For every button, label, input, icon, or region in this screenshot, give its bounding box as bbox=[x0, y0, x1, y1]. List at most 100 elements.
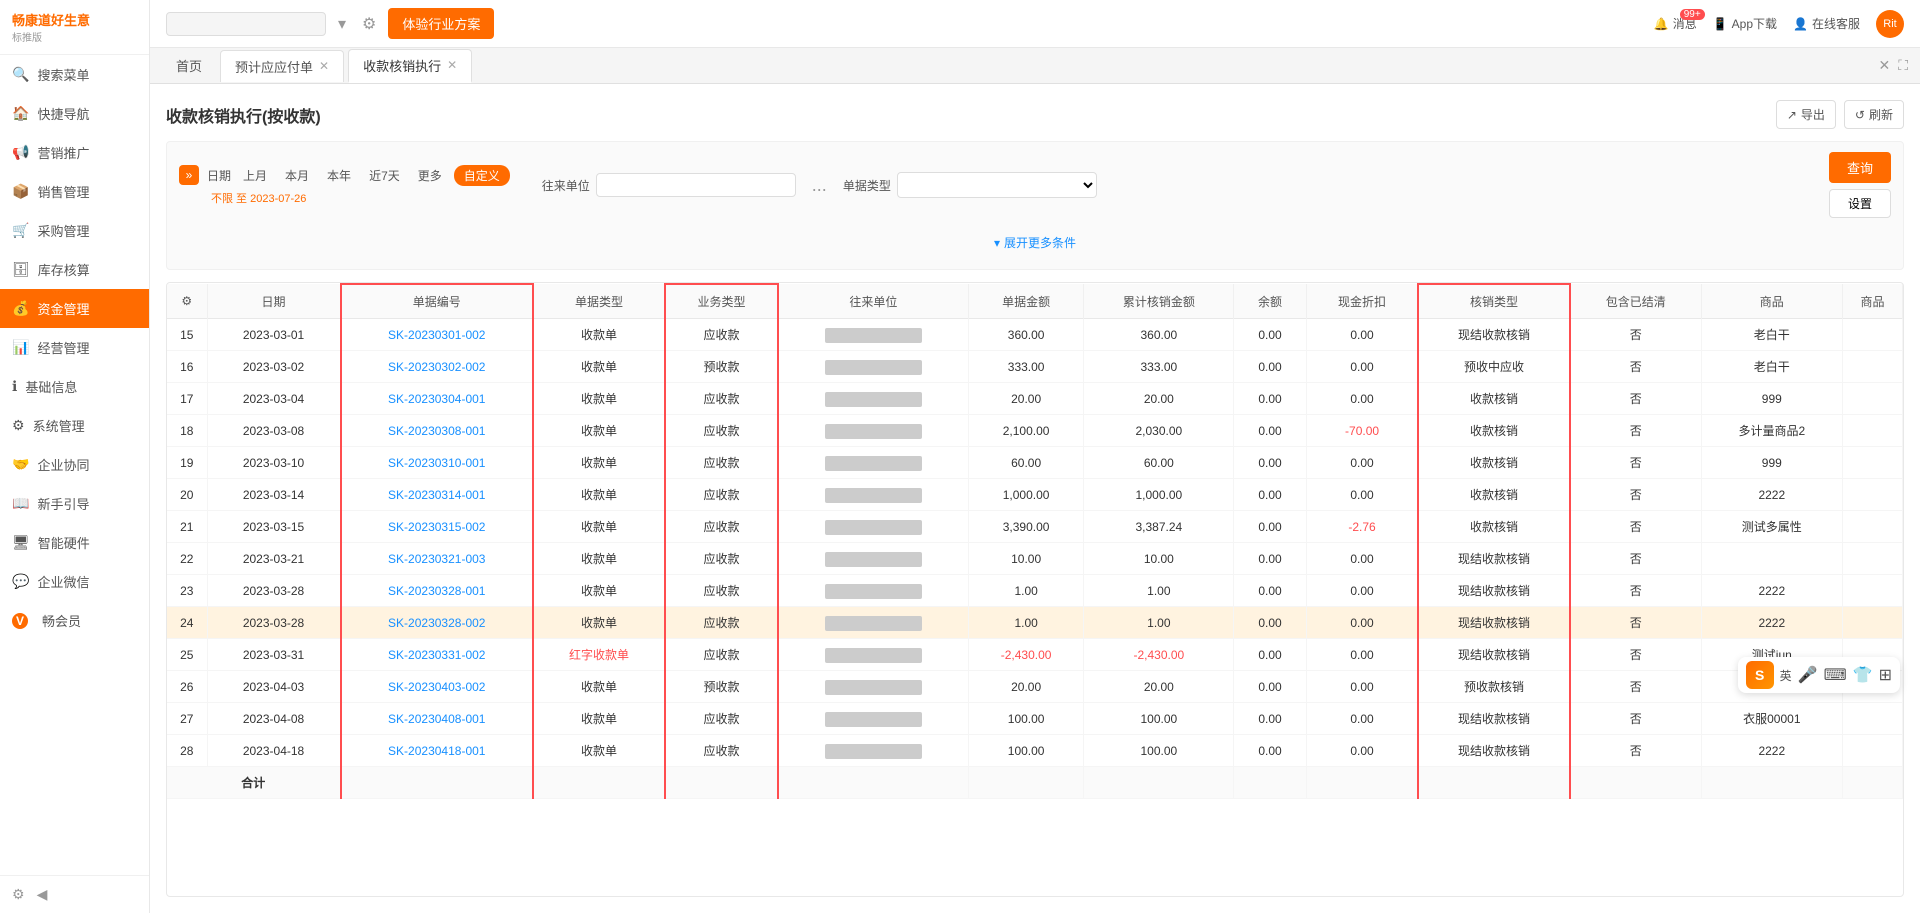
enterprise-icon: 🤝 bbox=[12, 456, 29, 473]
notification-item[interactable]: 🔔 消息 99+ bbox=[1654, 15, 1697, 32]
cell-includes-settled: 否 bbox=[1570, 639, 1701, 671]
collapse-icon[interactable]: ◀ bbox=[37, 886, 48, 903]
sidebar-item-label: 采购管理 bbox=[37, 221, 89, 240]
doc-no-link[interactable]: SK-20230315-002 bbox=[388, 520, 485, 534]
cell-date: 2023-03-01 bbox=[207, 319, 341, 351]
cell-doc-type: 收款单 bbox=[533, 703, 665, 735]
filter-last-month[interactable]: 上月 bbox=[237, 165, 273, 186]
tab-maximize-btn[interactable]: ⛶ bbox=[1898, 57, 1908, 74]
export-button[interactable]: ↗ 导出 bbox=[1776, 100, 1836, 129]
sidebar-item-guide[interactable]: 📖 新手引导 bbox=[0, 484, 149, 523]
doc-no-link[interactable]: SK-20230418-001 bbox=[388, 744, 485, 758]
online-service-item[interactable]: 👤 在线客服 bbox=[1793, 15, 1860, 32]
solution-button[interactable]: 体验行业方案 bbox=[388, 8, 494, 39]
doc-no-link[interactable]: SK-20230321-003 bbox=[388, 552, 485, 566]
cell-product2 bbox=[1843, 575, 1903, 607]
top-bar-left: ▾ ⚙ 体验行业方案 bbox=[166, 8, 494, 39]
filter-this-month[interactable]: 本月 bbox=[279, 165, 315, 186]
sidebar-item-operations[interactable]: 📊 经营管理 bbox=[0, 328, 149, 367]
tab-collection[interactable]: 收款核销执行 ✕ bbox=[348, 49, 472, 83]
settings-button[interactable]: 设置 bbox=[1829, 189, 1891, 218]
top-search-input[interactable] bbox=[166, 12, 326, 36]
filter-date-hint-row: 不限 至 2023-07-26 bbox=[207, 190, 510, 206]
sidebar-item-search[interactable]: 🔍 搜索菜单 bbox=[0, 55, 149, 94]
cell-index: 26 bbox=[167, 671, 207, 703]
query-button[interactable]: 查询 bbox=[1829, 152, 1891, 183]
settings-icon[interactable]: ⚙ bbox=[358, 10, 380, 38]
tab-close-all-btn[interactable]: ✕ bbox=[1878, 57, 1890, 74]
filter-toggle-btn[interactable]: » bbox=[179, 165, 199, 185]
sidebar-item-hardware[interactable]: 🖥 智能硬件 bbox=[0, 523, 149, 562]
sidebar-item-finance[interactable]: 💰 资金管理 bbox=[0, 289, 149, 328]
tab-receivable[interactable]: 预计应应付单 ✕ bbox=[220, 50, 344, 82]
tab-home[interactable]: 首页 bbox=[162, 50, 216, 81]
doc-no-link[interactable]: SK-20230403-002 bbox=[388, 680, 485, 694]
table-row: 17 2023-03-04 SK-20230304-001 收款单 应收款 ██… bbox=[167, 383, 1903, 415]
operations-icon: 📊 bbox=[12, 339, 29, 356]
cell-includes-settled: 否 bbox=[1570, 575, 1701, 607]
settings-bottom-icon[interactable]: ⚙ bbox=[12, 886, 25, 903]
filter-more[interactable]: 更多 bbox=[412, 165, 448, 186]
doc-no-link[interactable]: SK-20230331-002 bbox=[388, 648, 485, 662]
filter-dots-btn[interactable]: ... bbox=[808, 175, 831, 196]
sidebar-item-sales[interactable]: 📦 销售管理 bbox=[0, 172, 149, 211]
sidebar-item-marketing[interactable]: 📢 营销推广 bbox=[0, 133, 149, 172]
sidebar-item-quicknav[interactable]: 🏠 快捷导航 bbox=[0, 94, 149, 133]
sidebar-item-wechat[interactable]: 💬 企业微信 bbox=[0, 562, 149, 601]
s-icon[interactable]: S bbox=[1746, 661, 1774, 689]
cell-balance: 0.00 bbox=[1234, 319, 1307, 351]
sidebar-item-system[interactable]: ⚙ 系统管理 bbox=[0, 406, 149, 445]
cell-doc-no: SK-20230408-001 bbox=[341, 703, 533, 735]
tab-receivable-label: 预计应应付单 bbox=[235, 57, 313, 76]
cell-biz-type: 应收款 bbox=[665, 415, 778, 447]
th-biz-type: 业务类型 bbox=[665, 284, 778, 319]
doc-no-link[interactable]: SK-20230301-002 bbox=[388, 328, 485, 342]
filter-custom-btn[interactable]: 自定义 bbox=[454, 165, 510, 186]
cell-includes-settled: 否 bbox=[1570, 671, 1701, 703]
filter-area: » 日期 上月 本月 本年 近7天 更多 自定义 bbox=[166, 141, 1904, 270]
partner-input[interactable] bbox=[596, 173, 796, 197]
th-partner: 往来单位 bbox=[778, 284, 968, 319]
cell-verify-type: 预收中应收 bbox=[1418, 351, 1569, 383]
page-actions: ↗ 导出 ↺ 刷新 bbox=[1776, 100, 1904, 129]
cell-date: 2023-03-28 bbox=[207, 607, 341, 639]
doc-no-link[interactable]: SK-20230302-002 bbox=[388, 360, 485, 374]
filter-date-section: 日期 上月 本月 本年 近7天 更多 自定义 不限 至 2023-07-26 bbox=[207, 165, 510, 206]
dropdown-icon[interactable]: ▾ bbox=[334, 10, 350, 38]
doc-no-link[interactable]: SK-20230304-001 bbox=[388, 392, 485, 406]
sidebar-item-inventory[interactable]: 🗄 库存核算 bbox=[0, 250, 149, 289]
float-keyboard-icon[interactable]: ⌨ bbox=[1824, 665, 1847, 685]
th-settings[interactable]: ⚙ bbox=[167, 284, 207, 319]
doc-no-link[interactable]: SK-20230314-001 bbox=[388, 488, 485, 502]
doc-no-link[interactable]: SK-20230328-001 bbox=[388, 584, 485, 598]
doc-no-link[interactable]: SK-20230408-001 bbox=[388, 712, 485, 726]
cell-doc-no: SK-20230328-002 bbox=[341, 607, 533, 639]
filter-this-year[interactable]: 本年 bbox=[321, 165, 357, 186]
sidebar-item-basic[interactable]: ℹ 基础信息 bbox=[0, 367, 149, 406]
tab-collection-close[interactable]: ✕ bbox=[447, 58, 457, 72]
table-container[interactable]: ⚙ 日期 单据编号 单据类型 业务类型 往来单位 单据金额 累计核销金额 余额 … bbox=[166, 282, 1904, 897]
sidebar-item-purchase[interactable]: 🛒 采购管理 bbox=[0, 211, 149, 250]
float-shirt-icon[interactable]: 👕 bbox=[1853, 665, 1873, 685]
sidebar-item-enterprise[interactable]: 🤝 企业协同 bbox=[0, 445, 149, 484]
user-avatar[interactable]: Rit bbox=[1876, 10, 1904, 38]
cell-amount: 10.00 bbox=[968, 543, 1084, 575]
filter-7days[interactable]: 近7天 bbox=[363, 165, 406, 186]
cell-index: 15 bbox=[167, 319, 207, 351]
float-grid-icon[interactable]: ⊞ bbox=[1879, 665, 1892, 685]
app-download-item[interactable]: 📱 App下载 bbox=[1713, 15, 1777, 32]
th-doc-type: 单据类型 bbox=[533, 284, 665, 319]
receipt-type-select[interactable] bbox=[897, 172, 1097, 198]
main-area: ▾ ⚙ 体验行业方案 🔔 消息 99+ 📱 App下载 👤 在线客服 bbox=[150, 0, 1920, 913]
cell-verify-type: 现结收款核销 bbox=[1418, 639, 1569, 671]
expand-conditions-btn[interactable]: ▾ 展开更多条件 bbox=[994, 234, 1076, 251]
doc-no-link[interactable]: SK-20230328-002 bbox=[388, 616, 485, 630]
refresh-button[interactable]: ↺ 刷新 bbox=[1844, 100, 1904, 129]
doc-no-link[interactable]: SK-20230308-001 bbox=[388, 424, 485, 438]
sidebar-item-member[interactable]: V 畅会员 bbox=[0, 601, 149, 640]
tab-receivable-close[interactable]: ✕ bbox=[319, 59, 329, 73]
cell-verify-type: 收款核销 bbox=[1418, 447, 1569, 479]
float-mic-icon[interactable]: 🎤 bbox=[1798, 665, 1818, 685]
doc-no-link[interactable]: SK-20230310-001 bbox=[388, 456, 485, 470]
cell-verify-type: 现结收款核销 bbox=[1418, 607, 1569, 639]
